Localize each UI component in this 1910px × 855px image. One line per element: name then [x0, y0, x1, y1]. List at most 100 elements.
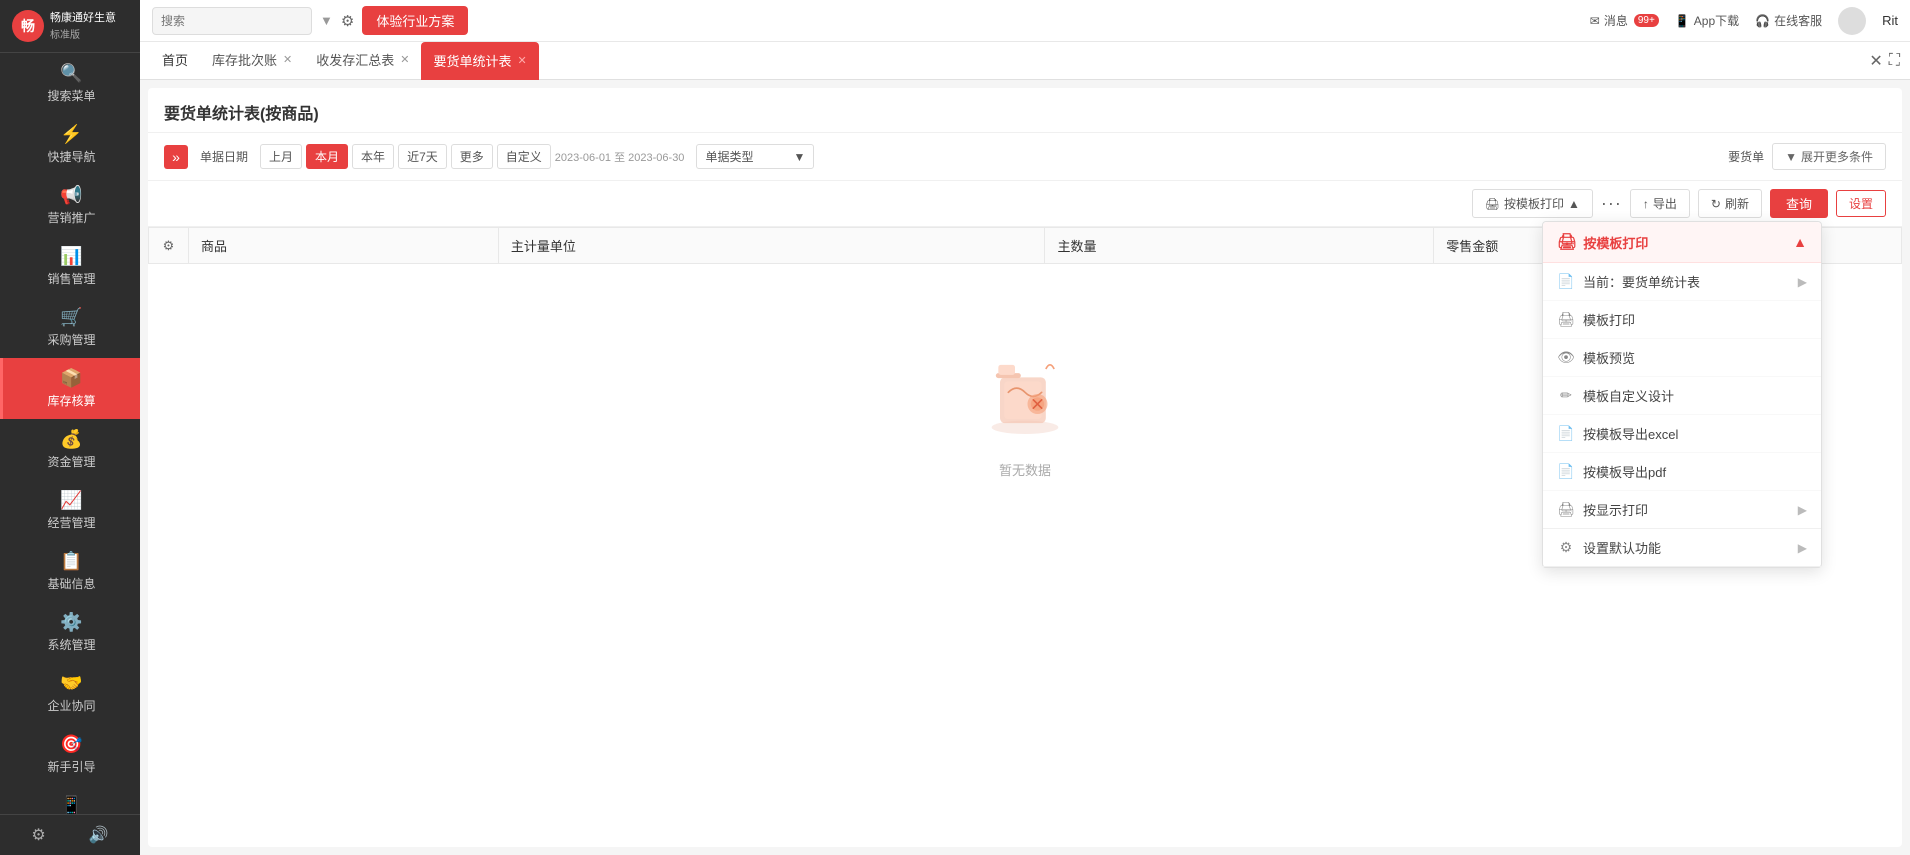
sidebar-item-label: 采购管理 — [47, 331, 95, 348]
sidebar-item-inventory[interactable]: 📦 库存核算 — [0, 358, 140, 419]
tabs-bar: 首页 库存批次账 ✕ 收发存汇总表 ✕ 要货单统计表 ✕ ✕ ⛶ — [140, 42, 1910, 80]
date-btn-7days[interactable]: 近7天 — [398, 144, 447, 169]
export-btn[interactable]: ↑ 导出 — [1630, 189, 1690, 218]
dropdown-title: 按模板打印 — [1583, 233, 1648, 252]
close-window-icon[interactable]: ✕ — [1869, 51, 1882, 71]
gear-col-icon[interactable]: ⚙ — [163, 238, 175, 253]
col-gear[interactable]: ⚙ — [149, 228, 189, 264]
order-type-arrow-icon: ▼ — [793, 150, 805, 164]
tab-close-receipt-summary[interactable]: ✕ — [400, 53, 409, 66]
filter-expand-button[interactable]: » — [164, 145, 188, 169]
sidebar-logo-subtitle: 标准版 — [50, 26, 116, 41]
main-content: ▼ ⚙ 体验行业方案 ✉ 消息 99+ 📱 App下载 🎧 在线客服 Rit 首… — [140, 0, 1910, 855]
col-quantity: 主数量 — [1045, 228, 1434, 264]
sidebar-item-app[interactable]: 📱 应用中心 — [0, 785, 140, 814]
sidebar-item-marketing[interactable]: 📢 营销推广 — [0, 175, 140, 236]
toolbar-row: 🖨 按模板打印 ▲ ··· ↑ 导出 ↻ 刷新 查询 设置 🖨 按模板打印 — [148, 181, 1902, 227]
tab-home[interactable]: 首页 — [150, 42, 200, 80]
sidebar-item-search[interactable]: 🔍 搜索菜单 — [0, 53, 140, 114]
sidebar-item-label: 库存核算 — [47, 392, 95, 409]
tab-close-inventory-batch[interactable]: ✕ — [283, 53, 292, 66]
current-arrow-icon: ▶ — [1798, 275, 1807, 289]
pdf-icon: 📄 — [1557, 463, 1575, 480]
tab-inventory-batch-label: 库存批次账 — [212, 50, 277, 69]
sidebar-item-guide[interactable]: 🎯 新手引导 — [0, 724, 140, 785]
sidebar-item-quick-nav[interactable]: ⚡ 快捷导航 — [0, 114, 140, 175]
dropdown-arrow-icon[interactable]: ▼ — [320, 13, 333, 28]
trial-btn[interactable]: 体验行业方案 — [362, 6, 468, 35]
dropdown-header: 🖨 按模板打印 ▲ — [1543, 222, 1821, 263]
headset-icon: 🎧 — [1755, 14, 1770, 28]
app-download-item[interactable]: 📱 App下载 — [1675, 12, 1739, 29]
expand-more-btn[interactable]: ▼ 展开更多条件 — [1772, 143, 1886, 170]
order-type-select[interactable]: 单据类型 ▼ — [696, 144, 814, 169]
search-input[interactable] — [152, 7, 312, 35]
message-item[interactable]: ✉ 消息 99+ — [1590, 12, 1659, 29]
tab-order-stats[interactable]: 要货单统计表 ✕ — [421, 42, 538, 80]
date-btn-current-month[interactable]: 本月 — [306, 144, 348, 169]
tab-inventory-batch[interactable]: 库存批次账 ✕ — [200, 42, 304, 80]
tab-home-label: 首页 — [162, 50, 188, 69]
tab-receipt-summary[interactable]: 收发存汇总表 ✕ — [304, 42, 421, 80]
empty-text: 暂无数据 — [999, 460, 1051, 479]
sidebar-item-operation[interactable]: 📈 经营管理 — [0, 480, 140, 541]
display-print-icon: 🖨 — [1557, 501, 1575, 518]
page-title: 要货单统计表(按商品) — [164, 106, 319, 123]
expand-label: 展开更多条件 — [1801, 148, 1873, 165]
sidebar-item-label: 基础信息 — [47, 575, 95, 592]
refresh-btn[interactable]: ↻ 刷新 — [1698, 189, 1762, 218]
topbar-right: ✉ 消息 99+ 📱 App下载 🎧 在线客服 Rit — [1590, 7, 1898, 35]
sidebar-item-label: 资金管理 — [47, 453, 95, 470]
export-label: 导出 — [1653, 195, 1677, 212]
dropdown-section-label: 按显示打印 — [1583, 500, 1648, 519]
online-service-item[interactable]: 🎧 在线客服 — [1755, 12, 1822, 29]
sidebar-logo: 畅 畅康通好生意 标准版 — [0, 0, 140, 53]
sidebar-item-finance[interactable]: 💰 资金管理 — [0, 419, 140, 480]
page-header: 要货单统计表(按商品) — [148, 88, 1902, 133]
sidebar-item-cooperation[interactable]: 🤝 企业协同 — [0, 663, 140, 724]
sound-icon[interactable]: 🔊 — [89, 825, 109, 845]
message-icon: ✉ — [1590, 14, 1600, 28]
settings-bottom-icon[interactable]: ⚙ — [31, 825, 45, 845]
dropdown-section-default-setting[interactable]: ⚙ 设置默认功能 ▶ — [1543, 529, 1821, 567]
sidebar-item-label: 营销推广 — [47, 209, 95, 226]
avatar[interactable] — [1838, 7, 1866, 35]
gear-icon[interactable]: ⚙ — [341, 12, 354, 30]
more-options-icon[interactable]: ··· — [1601, 193, 1622, 214]
date-btn-more[interactable]: 更多 — [451, 144, 493, 169]
date-btn-prev-month[interactable]: 上月 — [260, 144, 302, 169]
default-setting-icon: ⚙ — [1557, 539, 1575, 556]
app-icon: 📱 — [60, 795, 82, 814]
guide-icon: 🎯 — [60, 734, 82, 755]
sidebar-item-system[interactable]: ⚙️ 系统管理 — [0, 602, 140, 663]
settings-btn[interactable]: 设置 — [1836, 190, 1886, 217]
user-name: Rit — [1882, 13, 1898, 28]
app-download-label: App下载 — [1694, 12, 1739, 29]
dropdown-item-template-pdf[interactable]: 📄 按模板导出pdf — [1543, 453, 1821, 491]
date-btn-current-year[interactable]: 本年 — [352, 144, 394, 169]
query-btn[interactable]: 查询 — [1770, 189, 1828, 218]
search-icon: 🔍 — [60, 63, 82, 84]
sidebar-item-label: 销售管理 — [47, 270, 95, 287]
dropdown-item-template-print[interactable]: 🖨 模板打印 — [1543, 301, 1821, 339]
sidebar: 畅 畅康通好生意 标准版 🔍 搜索菜单 ⚡ 快捷导航 📢 营销推广 📊 销售管理… — [0, 0, 140, 855]
print-template-btn[interactable]: 🖨 按模板打印 ▲ — [1472, 189, 1593, 218]
dropdown-item-template-preview[interactable]: 👁 模板预览 — [1543, 339, 1821, 377]
tab-receipt-summary-label: 收发存汇总表 — [316, 50, 394, 69]
message-label: 消息 — [1604, 12, 1628, 29]
date-btn-custom[interactable]: 自定义 — [497, 144, 551, 169]
inventory-icon: 📦 — [60, 368, 82, 389]
finance-icon: 💰 — [60, 429, 82, 450]
dropdown-section-display-print[interactable]: 🖨 按显示打印 ▶ — [1543, 491, 1821, 529]
tab-close-order-stats[interactable]: ✕ — [518, 54, 527, 67]
dropdown-item-template-excel[interactable]: 📄 按模板导出excel — [1543, 415, 1821, 453]
maximize-icon[interactable]: ⛶ — [1889, 52, 1900, 70]
dropdown-item-label: 按模板导出pdf — [1583, 462, 1666, 481]
dropdown-close-icon[interactable]: ▲ — [1793, 234, 1807, 250]
print-dropdown: 🖨 按模板打印 ▲ 📄 当前：要货单统计表 ▶ 🖨 模板打印 👁 模板预览 — [1542, 221, 1822, 568]
sidebar-item-basic[interactable]: 📋 基础信息 — [0, 541, 140, 602]
dropdown-current-item[interactable]: 📄 当前：要货单统计表 ▶ — [1543, 263, 1821, 301]
sidebar-item-sales[interactable]: 📊 销售管理 — [0, 236, 140, 297]
sidebar-item-purchase[interactable]: 🛒 采购管理 — [0, 297, 140, 358]
dropdown-item-template-design[interactable]: ✏ 模板自定义设计 — [1543, 377, 1821, 415]
